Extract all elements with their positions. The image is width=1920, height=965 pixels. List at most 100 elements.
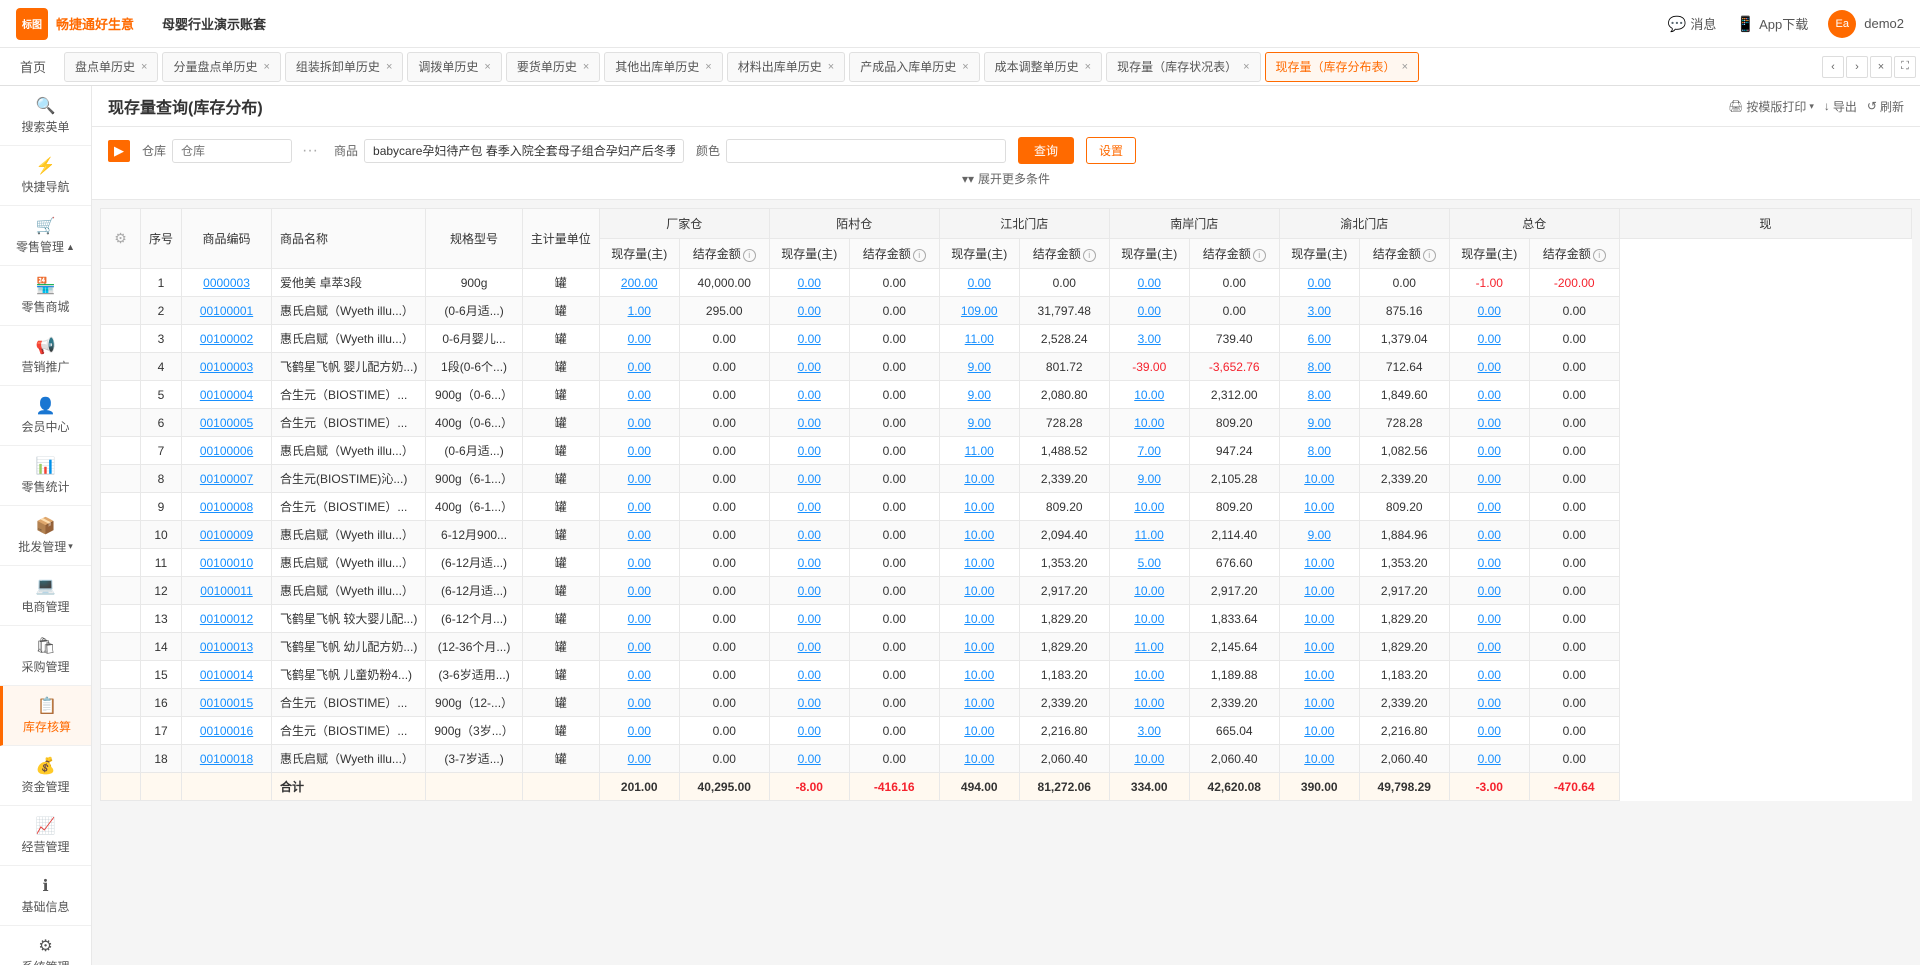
cell-data-4[interactable]: 11.00: [939, 437, 1019, 465]
cell-data-0[interactable]: 0.00: [599, 577, 679, 605]
cell-code[interactable]: 00100003: [182, 353, 272, 381]
cell-code[interactable]: 00100004: [182, 381, 272, 409]
dropdown-text[interactable]: 母婴行业演示账套: [162, 14, 266, 33]
cell-data-10[interactable]: 0.00: [1449, 661, 1529, 689]
cell-data-10[interactable]: -1.00: [1449, 269, 1529, 297]
cell-data-0[interactable]: 0.00: [599, 493, 679, 521]
tab-close-icon[interactable]: ×: [1402, 61, 1408, 73]
cell-data-8[interactable]: 8.00: [1279, 437, 1359, 465]
cell-code[interactable]: 00100015: [182, 689, 272, 717]
cell-data-0[interactable]: 0.00: [599, 633, 679, 661]
tab-yaohuo[interactable]: 要货单历史 ×: [506, 52, 600, 82]
cell-code[interactable]: 00100010: [182, 549, 272, 577]
cell-data-2[interactable]: 0.00: [769, 577, 849, 605]
cell-data-8[interactable]: 10.00: [1279, 465, 1359, 493]
cell-data-0[interactable]: 0.00: [599, 381, 679, 409]
cell-data-6[interactable]: 10.00: [1109, 745, 1189, 773]
cell-data-10[interactable]: 0.00: [1449, 605, 1529, 633]
cell-code[interactable]: 00100014: [182, 661, 272, 689]
tab-next-btn[interactable]: ›: [1846, 56, 1868, 78]
sidebar-item-search[interactable]: 🔍 搜索英单: [0, 86, 91, 146]
tab-qita[interactable]: 其他出库单历史 ×: [604, 52, 722, 82]
cell-code[interactable]: 00100018: [182, 745, 272, 773]
cell-data-6[interactable]: 3.00: [1109, 325, 1189, 353]
cell-data-2[interactable]: 0.00: [769, 521, 849, 549]
cell-data-6[interactable]: 10.00: [1109, 409, 1189, 437]
cell-data-10[interactable]: 0.00: [1449, 521, 1529, 549]
info-icon-6[interactable]: i: [1593, 249, 1606, 262]
cell-data-2[interactable]: 0.00: [769, 437, 849, 465]
cell-data-10[interactable]: 0.00: [1449, 437, 1529, 465]
cell-code[interactable]: 00100002: [182, 325, 272, 353]
cell-data-4[interactable]: 0.00: [939, 269, 1019, 297]
cell-data-8[interactable]: 10.00: [1279, 549, 1359, 577]
cell-data-4[interactable]: 10.00: [939, 521, 1019, 549]
cell-data-4[interactable]: 10.00: [939, 661, 1019, 689]
cell-data-8[interactable]: 10.00: [1279, 577, 1359, 605]
cell-data-2[interactable]: 0.00: [769, 549, 849, 577]
cell-data-8[interactable]: 9.00: [1279, 409, 1359, 437]
sidebar-item-inventory[interactable]: 📋 库存核算: [0, 686, 91, 746]
tab-zuzhuan[interactable]: 组装拆卸单历史 ×: [285, 52, 403, 82]
message-btn[interactable]: 💬 消息: [1668, 14, 1717, 33]
cell-data-4[interactable]: 10.00: [939, 689, 1019, 717]
cell-data-8[interactable]: 10.00: [1279, 633, 1359, 661]
cell-data-8[interactable]: 10.00: [1279, 745, 1359, 773]
tab-cailiao[interactable]: 材料出库单历史 ×: [727, 52, 845, 82]
cell-data-8[interactable]: 8.00: [1279, 381, 1359, 409]
cell-code[interactable]: 00100009: [182, 521, 272, 549]
export-action[interactable]: ↓ 导出: [1824, 98, 1857, 115]
info-icon-4[interactable]: i: [1253, 249, 1266, 262]
sidebar-item-finance[interactable]: 💰 资金管理: [0, 746, 91, 806]
cell-data-6[interactable]: 5.00: [1109, 549, 1189, 577]
cell-data-10[interactable]: 0.00: [1449, 745, 1529, 773]
cell-code[interactable]: 00100007: [182, 465, 272, 493]
tab-home[interactable]: 首页: [4, 48, 62, 86]
cell-data-0[interactable]: 0.00: [599, 325, 679, 353]
collapse-btn[interactable]: ▶: [108, 140, 130, 162]
app-download-btn[interactable]: 📱 App下载: [1736, 14, 1808, 33]
cell-data-2[interactable]: 0.00: [769, 297, 849, 325]
cell-data-6[interactable]: 0.00: [1109, 297, 1189, 325]
sidebar-item-member[interactable]: 👤 会员中心: [0, 386, 91, 446]
tab-close-icon[interactable]: ×: [484, 61, 490, 73]
cell-data-6[interactable]: 11.00: [1109, 633, 1189, 661]
cell-data-2[interactable]: 0.00: [769, 661, 849, 689]
cell-data-8[interactable]: 10.00: [1279, 605, 1359, 633]
refresh-action[interactable]: ↺ 刷新: [1867, 98, 1904, 115]
cell-data-6[interactable]: 11.00: [1109, 521, 1189, 549]
tab-diaob[interactable]: 调拨单历史 ×: [407, 52, 501, 82]
cell-data-4[interactable]: 10.00: [939, 493, 1019, 521]
cell-data-4[interactable]: 109.00: [939, 297, 1019, 325]
sidebar-item-system[interactable]: ⚙ 系统管理: [0, 926, 91, 965]
cell-code[interactable]: 00100011: [182, 577, 272, 605]
cell-data-2[interactable]: 0.00: [769, 381, 849, 409]
cell-code[interactable]: 00100012: [182, 605, 272, 633]
cell-data-4[interactable]: 9.00: [939, 381, 1019, 409]
cell-data-4[interactable]: 10.00: [939, 717, 1019, 745]
cell-data-4[interactable]: 10.00: [939, 633, 1019, 661]
cell-code[interactable]: 00100008: [182, 493, 272, 521]
sidebar-item-stats[interactable]: 📊 零售统计: [0, 446, 91, 506]
cell-data-8[interactable]: 10.00: [1279, 689, 1359, 717]
tab-chengben[interactable]: 成本调整单历史 ×: [984, 52, 1102, 82]
cell-data-10[interactable]: 0.00: [1449, 409, 1529, 437]
sidebar-item-wholesale[interactable]: 📦 批发管理 ▾: [0, 506, 91, 566]
cell-data-8[interactable]: 8.00: [1279, 353, 1359, 381]
sidebar-item-shop[interactable]: 🏪 零售商城: [0, 266, 91, 326]
tab-prev-btn[interactable]: ‹: [1822, 56, 1844, 78]
cell-data-0[interactable]: 0.00: [599, 409, 679, 437]
cell-data-6[interactable]: 10.00: [1109, 577, 1189, 605]
cell-data-10[interactable]: 0.00: [1449, 353, 1529, 381]
cell-code[interactable]: 00100016: [182, 717, 272, 745]
cell-data-2[interactable]: 0.00: [769, 633, 849, 661]
tab-kucun-zhuang[interactable]: 现存量（库存状况表） ×: [1106, 52, 1260, 82]
print-action[interactable]: 🖨 按模版打印 ▾: [1728, 98, 1814, 115]
info-icon-2[interactable]: i: [913, 249, 926, 262]
cell-data-4[interactable]: 10.00: [939, 549, 1019, 577]
color-input[interactable]: [726, 139, 1006, 163]
tab-fenpandian[interactable]: 分量盘点单历史 ×: [162, 52, 280, 82]
sidebar-item-ops[interactable]: 📈 经营管理: [0, 806, 91, 866]
tab-close-icon[interactable]: ×: [386, 61, 392, 73]
cell-data-6[interactable]: -39.00: [1109, 353, 1189, 381]
